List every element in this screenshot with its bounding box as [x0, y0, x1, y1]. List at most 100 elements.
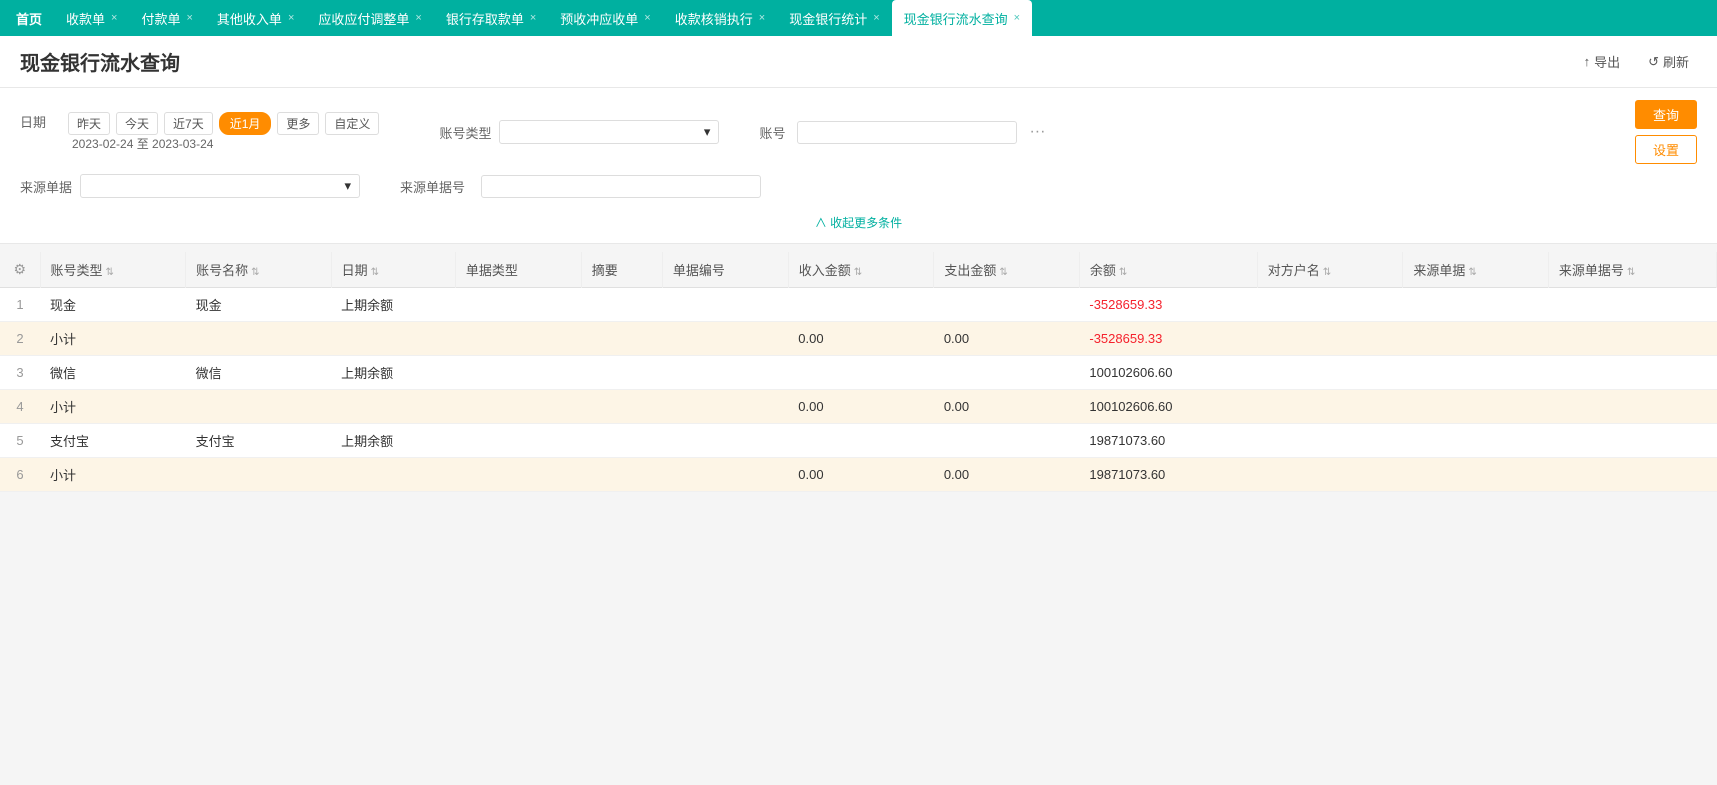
nav-ar-adjust-close[interactable]: ×: [415, 12, 421, 24]
nav-bank-deposit-label: 银行存取款单: [446, 9, 524, 28]
table-header-row: ⚙ 账号类型⇅ 账号名称⇅ 日期⇅ 单据类型 摘要 单据编号 收入金额⇅: [0, 252, 1717, 288]
refresh-label: 刷新: [1663, 52, 1689, 71]
nav-other-income[interactable]: 其他收入单 ×: [205, 0, 306, 36]
settings-button[interactable]: 设置: [1635, 135, 1697, 164]
nav-advance-offset[interactable]: 预收冲应收单 ×: [548, 0, 662, 36]
account-label: 账号: [759, 123, 789, 142]
cell-source-doc-no: [1548, 424, 1716, 458]
account-dots-button[interactable]: ···: [1025, 123, 1049, 141]
nav-cash-bank-stats-close[interactable]: ×: [873, 12, 879, 24]
cell-counterpart: [1257, 390, 1403, 424]
table-body: 1 现金 现金 上期余额 -3528659.33 2 小计 0.00 0.00 …: [0, 288, 1717, 492]
date-btn-7days[interactable]: 近7天: [164, 112, 213, 135]
table-row[interactable]: 2 小计 0.00 0.00 -3528659.33: [0, 322, 1717, 356]
cell-summary: [581, 356, 662, 390]
source-row: 来源单据 ▾ 来源单据号: [20, 174, 1697, 198]
table-row[interactable]: 4 小计 0.00 0.00 100102606.60: [0, 390, 1717, 424]
col-counterpart[interactable]: 对方户名⇅: [1257, 252, 1403, 288]
query-button[interactable]: 查询: [1635, 100, 1697, 129]
cell-account-name: [186, 322, 332, 356]
col-balance[interactable]: 余额⇅: [1079, 252, 1257, 288]
nav-ar-adjust[interactable]: 应收应付调整单 ×: [306, 0, 433, 36]
nav-home[interactable]: 首页: [4, 0, 54, 36]
cell-expense: [934, 356, 1080, 390]
col-account-name[interactable]: 账号名称⇅: [186, 252, 332, 288]
table-row[interactable]: 6 小计 0.00 0.00 19871073.60: [0, 458, 1717, 492]
nav-receipt-verify[interactable]: 收款核销执行 ×: [663, 0, 777, 36]
date-btn-1month[interactable]: 近1月: [219, 112, 272, 135]
table-row[interactable]: 3 微信 微信 上期余额 100102606.60: [0, 356, 1717, 390]
col-doc-type: 单据类型: [455, 252, 581, 288]
account-type-select[interactable]: ▾: [499, 120, 719, 144]
nav-cash-bank-flow[interactable]: 现金银行流水查询 ×: [892, 0, 1032, 36]
cell-expense: [934, 288, 1080, 322]
export-icon: ↑: [1584, 54, 1591, 69]
nav-advance-offset-close[interactable]: ×: [644, 12, 650, 24]
date-btn-yesterday[interactable]: 昨天: [68, 112, 110, 135]
nav-receipt-close[interactable]: ×: [111, 12, 117, 24]
cell-counterpart: [1257, 288, 1403, 322]
date-btn-custom[interactable]: 自定义: [325, 112, 379, 135]
filter-row-1: 日期 昨天 今天 近7天 近1月 更多 自定义 2023-02-24 至 202…: [20, 100, 1697, 164]
refresh-icon: ↺: [1648, 54, 1659, 70]
sort-account-type-icon: ⇅: [106, 267, 114, 278]
cell-summary: [581, 458, 662, 492]
cell-source-doc: [1403, 424, 1549, 458]
source-doc-no-label: 来源单据号: [400, 177, 465, 196]
cell-doc-no: [662, 424, 788, 458]
col-account-type[interactable]: 账号类型⇅: [40, 252, 186, 288]
table-row[interactable]: 1 现金 现金 上期余额 -3528659.33: [0, 288, 1717, 322]
nav-payment[interactable]: 付款单 ×: [129, 0, 204, 36]
nav-receipt[interactable]: 收款单 ×: [54, 0, 129, 36]
col-source-doc-no[interactable]: 来源单据号⇅: [1548, 252, 1716, 288]
table-row[interactable]: 5 支付宝 支付宝 上期余额 19871073.60: [0, 424, 1717, 458]
cell-expense: 0.00: [934, 390, 1080, 424]
nav-payment-label: 付款单: [141, 9, 180, 28]
source-doc-no-input[interactable]: [481, 175, 761, 198]
col-income[interactable]: 收入金额⇅: [788, 252, 934, 288]
cell-income: 0.00: [788, 390, 934, 424]
cell-balance: 100102606.60: [1079, 356, 1257, 390]
col-source-doc[interactable]: 来源单据⇅: [1403, 252, 1549, 288]
cell-date: [331, 322, 455, 356]
source-doc-select[interactable]: ▾: [80, 174, 360, 198]
col-date[interactable]: 日期⇅: [331, 252, 455, 288]
nav-bank-deposit[interactable]: 银行存取款单 ×: [434, 0, 548, 36]
cell-date: 上期余额: [331, 288, 455, 322]
nav-payment-close[interactable]: ×: [186, 12, 192, 24]
cell-account-type: 现金: [40, 288, 186, 322]
export-label: 导出: [1594, 52, 1620, 71]
cell-expense: [934, 424, 1080, 458]
nav-other-income-close[interactable]: ×: [288, 12, 294, 24]
refresh-button[interactable]: ↺ 刷新: [1640, 48, 1697, 75]
cell-date: [331, 458, 455, 492]
nav-cash-bank-stats-label: 现金银行统计: [789, 9, 867, 28]
cell-doc-no: [662, 322, 788, 356]
cell-counterpart: [1257, 356, 1403, 390]
cell-income: [788, 288, 934, 322]
table-container: ⚙ 账号类型⇅ 账号名称⇅ 日期⇅ 单据类型 摘要 单据编号 收入金额⇅: [0, 252, 1717, 492]
cell-date: [331, 390, 455, 424]
action-buttons: 查询 设置: [1635, 100, 1697, 164]
cell-balance: 19871073.60: [1079, 424, 1257, 458]
col-expense[interactable]: 支出金额⇅: [934, 252, 1080, 288]
sort-account-name-icon: ⇅: [251, 267, 259, 278]
export-button[interactable]: ↑ 导出: [1576, 48, 1629, 75]
collapse-bar[interactable]: ∧ 收起更多条件: [20, 208, 1697, 231]
cell-summary: [581, 424, 662, 458]
cell-income: 0.00: [788, 458, 934, 492]
date-btn-today[interactable]: 今天: [116, 112, 158, 135]
cell-doc-no: [662, 288, 788, 322]
nav-cash-bank-flow-close[interactable]: ×: [1014, 12, 1020, 24]
date-btn-more[interactable]: 更多: [277, 112, 319, 135]
nav-bank-deposit-close[interactable]: ×: [530, 12, 536, 24]
row-num: 5: [0, 424, 40, 458]
nav-receipt-verify-label: 收款核销执行: [675, 9, 753, 28]
account-input[interactable]: [797, 121, 1017, 144]
nav-cash-bank-stats[interactable]: 现金银行统计 ×: [777, 0, 891, 36]
nav-receipt-verify-close[interactable]: ×: [759, 12, 765, 24]
cell-source-doc: [1403, 288, 1549, 322]
nav-home-label: 首页: [16, 9, 42, 28]
row-num: 4: [0, 390, 40, 424]
gear-icon[interactable]: ⚙: [13, 261, 26, 277]
